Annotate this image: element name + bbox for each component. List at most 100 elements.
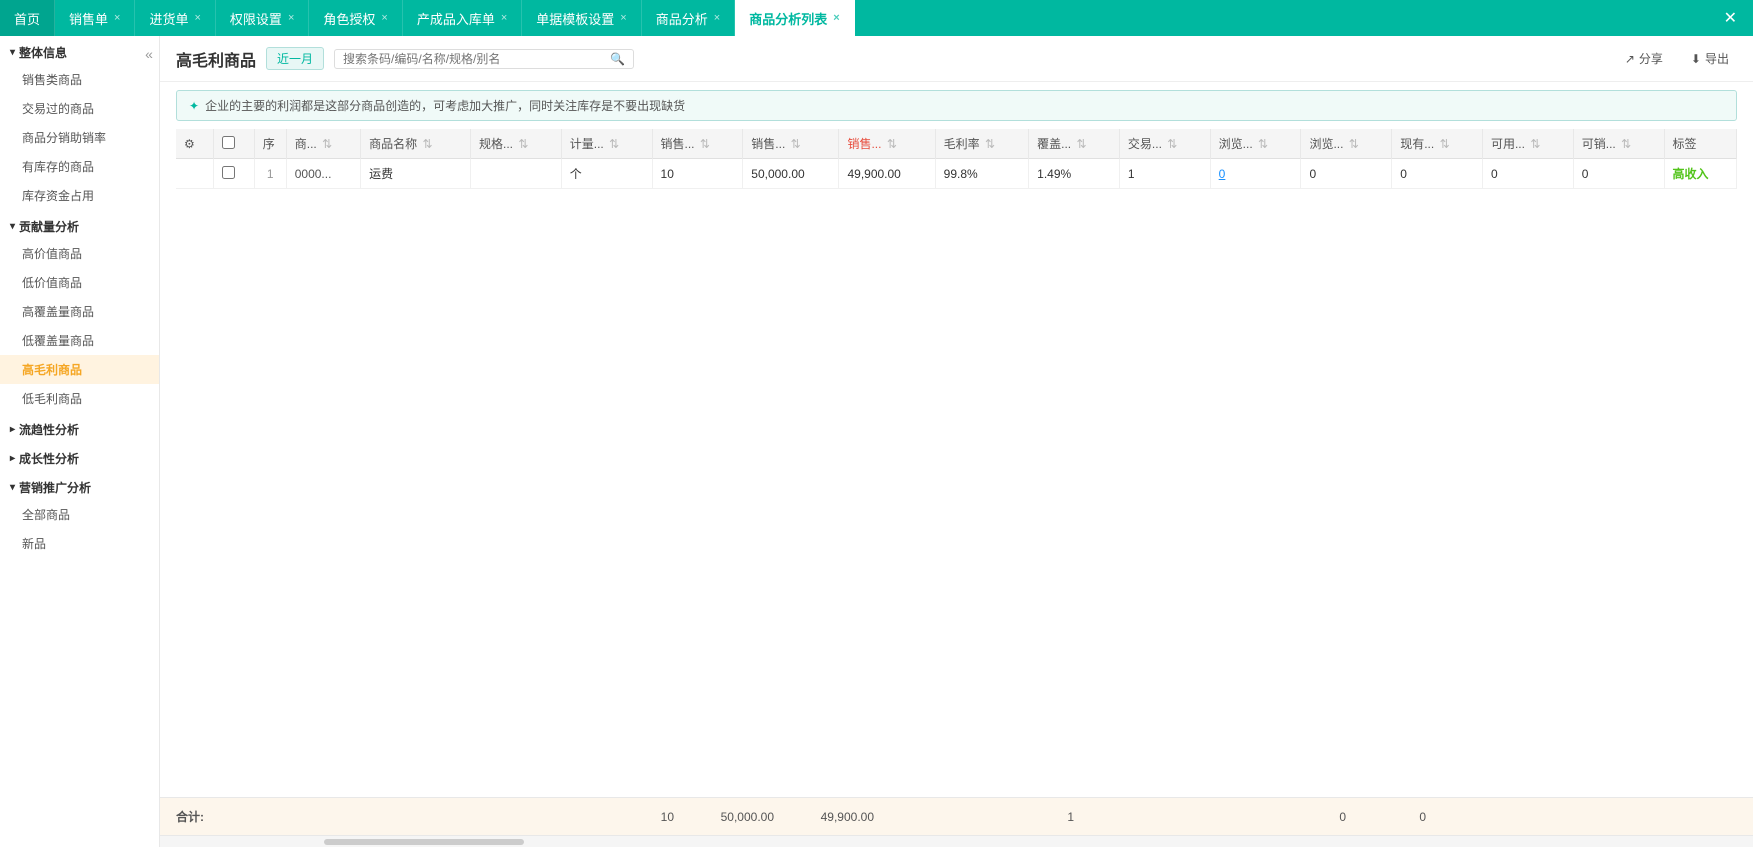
footer-available-stock: 0	[1294, 810, 1354, 824]
cell-spec	[470, 159, 561, 189]
col-sales-profit[interactable]: 销售... ⇅	[839, 129, 935, 159]
col-sales-qty[interactable]: 销售... ⇅	[652, 129, 743, 159]
share-button[interactable]: ↗ 分享	[1617, 46, 1671, 71]
nav-purchase-order[interactable]: 进货单 ×	[135, 0, 215, 36]
close-role-auth[interactable]: ×	[381, 12, 387, 24]
col-saleable-stock[interactable]: 可销... ⇅	[1573, 129, 1664, 159]
cell-gross-margin: 99.8%	[935, 159, 1028, 189]
period-button[interactable]: 近一月	[266, 47, 324, 70]
sidebar-item-inventory-capital[interactable]: 库存资金占用	[0, 181, 159, 210]
arrow-right-icon-2: ▸	[10, 453, 15, 464]
sidebar-item-all-goods[interactable]: 全部商品	[0, 500, 159, 529]
scrollbar-thumb[interactable]	[324, 839, 524, 845]
sidebar-item-traded-goods[interactable]: 交易过的商品	[0, 94, 159, 123]
col-code[interactable]: 商... ⇅	[286, 129, 360, 159]
col-name[interactable]: 商品名称 ⇅	[361, 129, 471, 159]
content-area: 高毛利商品 近一月 🔍 ↗ 分享 ⬇ 导出 ✦ 企业的主要的利润都是这部分商品创…	[160, 36, 1753, 847]
row-checkbox[interactable]	[222, 166, 235, 179]
search-icon[interactable]: 🔍	[610, 52, 625, 66]
close-purchase-order[interactable]: ×	[194, 12, 200, 24]
sidebar-item-distribution-rate[interactable]: 商品分销助销率	[0, 123, 159, 152]
close-product-analysis[interactable]: ×	[714, 12, 720, 24]
select-all-checkbox[interactable]	[222, 136, 235, 149]
cell-settings	[176, 159, 213, 189]
sort-icon-5: ⇅	[700, 137, 710, 151]
data-table: ⚙ 序 商... ⇅ 商品名称 ⇅ 规格... ⇅	[176, 129, 1737, 189]
cell-unit: 个	[561, 159, 652, 189]
nav-sales-order[interactable]: 销售单 ×	[55, 0, 135, 36]
sidebar-item-high-coverage[interactable]: 高覆盖量商品	[0, 297, 159, 326]
nav-product-analysis-list[interactable]: 商品分析列表 ×	[735, 0, 854, 36]
close-product-warehouse[interactable]: ×	[501, 12, 507, 24]
col-settings[interactable]: ⚙	[176, 129, 213, 159]
search-box: 🔍	[334, 49, 634, 69]
sort-icon-15: ⇅	[1621, 137, 1631, 151]
sidebar-item-high-value[interactable]: 高价值商品	[0, 239, 159, 268]
cell-available-stock: 0	[1482, 159, 1573, 189]
window-close-button[interactable]: ✕	[1708, 0, 1753, 36]
sort-icon: ⇅	[322, 137, 332, 151]
cell-index: 1	[254, 159, 286, 189]
col-gross-margin[interactable]: 毛利率 ⇅	[935, 129, 1028, 159]
footer-sales-amount: 50,000.00	[694, 810, 794, 824]
col-transaction[interactable]: 交易... ⇅	[1119, 129, 1210, 159]
sidebar-item-new-goods[interactable]: 新品	[0, 529, 159, 558]
header-actions: ↗ 分享 ⬇ 导出	[1617, 46, 1737, 71]
col-browse1[interactable]: 浏览... ⇅	[1210, 129, 1301, 159]
col-available-stock[interactable]: 可用... ⇅	[1482, 129, 1573, 159]
sidebar-collapse-button[interactable]: «	[139, 44, 159, 64]
sidebar-item-low-coverage[interactable]: 低覆盖量商品	[0, 326, 159, 355]
sidebar-group-marketing[interactable]: ▾ 营销推广分析	[0, 471, 159, 500]
sidebar-item-low-value[interactable]: 低价值商品	[0, 268, 159, 297]
cell-sales-amount: 50,000.00	[743, 159, 839, 189]
footer-label: 合计:	[176, 808, 204, 825]
nav-home[interactable]: 首页	[0, 0, 55, 36]
nav-template-settings[interactable]: 单据模板设置 ×	[522, 0, 641, 36]
cell-code[interactable]: 0000...	[286, 159, 360, 189]
sort-icon-14: ⇅	[1530, 137, 1540, 151]
sort-icon-12: ⇅	[1349, 137, 1359, 151]
table-row: 1 0000... 运费 个 10 50,000.00 49,900.00 99…	[176, 159, 1737, 189]
cell-sales-qty: 10	[652, 159, 743, 189]
sidebar-item-in-stock-goods[interactable]: 有库存的商品	[0, 152, 159, 181]
nav-permission-settings[interactable]: 权限设置 ×	[216, 0, 309, 36]
nav-product-warehouse[interactable]: 产成品入库单 ×	[403, 0, 522, 36]
col-current-stock[interactable]: 现有... ⇅	[1392, 129, 1483, 159]
sidebar-group-contribution[interactable]: ▾ 贡献量分析	[0, 210, 159, 239]
table-wrapper: ⚙ 序 商... ⇅ 商品名称 ⇅ 规格... ⇅	[176, 129, 1737, 797]
footer-transaction: 1	[1014, 810, 1094, 824]
col-sales-amount[interactable]: 销售... ⇅	[743, 129, 839, 159]
export-button[interactable]: ⬇ 导出	[1683, 46, 1737, 71]
sidebar-item-sales-goods[interactable]: 销售类商品	[0, 65, 159, 94]
cell-saleable-stock: 0	[1573, 159, 1664, 189]
sidebar-item-low-margin[interactable]: 低毛利商品	[0, 384, 159, 413]
sort-icon-4: ⇅	[609, 137, 619, 151]
nav-role-auth[interactable]: 角色授权 ×	[309, 0, 402, 36]
sidebar-group-growth[interactable]: ▸ 成长性分析	[0, 442, 159, 471]
nav-product-analysis[interactable]: 商品分析 ×	[642, 0, 735, 36]
close-permission-settings[interactable]: ×	[288, 12, 294, 24]
sort-icon-8: ⇅	[985, 137, 995, 151]
horizontal-scrollbar[interactable]	[160, 835, 1753, 847]
sidebar-group-overall[interactable]: ▾ 整体信息	[0, 36, 159, 65]
col-coverage[interactable]: 覆盖... ⇅	[1029, 129, 1120, 159]
sidebar-item-high-margin[interactable]: 高毛利商品	[0, 355, 159, 384]
cell-browse1[interactable]: 0	[1210, 159, 1301, 189]
info-banner: ✦ 企业的主要的利润都是这部分商品创造的，可考虑加大推广，同时关注库存是不要出现…	[176, 90, 1737, 121]
col-unit[interactable]: 计量... ⇅	[561, 129, 652, 159]
sidebar-group-trend[interactable]: ▸ 流趋性分析	[0, 413, 159, 442]
footer-sales-qty: 10	[614, 810, 694, 824]
close-product-analysis-list[interactable]: ×	[833, 12, 839, 24]
sort-icon-2: ⇅	[422, 137, 432, 151]
arrow-down-icon-3: ▾	[10, 482, 15, 493]
arrow-down-icon-2: ▾	[10, 221, 15, 232]
close-sales-order[interactable]: ×	[114, 12, 120, 24]
col-tag[interactable]: 标签	[1664, 129, 1737, 159]
close-template-settings[interactable]: ×	[620, 12, 626, 24]
content-header: 高毛利商品 近一月 🔍 ↗ 分享 ⬇ 导出	[160, 36, 1753, 82]
cell-current-stock: 0	[1392, 159, 1483, 189]
col-spec[interactable]: 规格... ⇅	[470, 129, 561, 159]
search-input[interactable]	[343, 52, 606, 66]
cell-tag: 高收入	[1664, 159, 1737, 189]
col-browse2[interactable]: 浏览... ⇅	[1301, 129, 1392, 159]
